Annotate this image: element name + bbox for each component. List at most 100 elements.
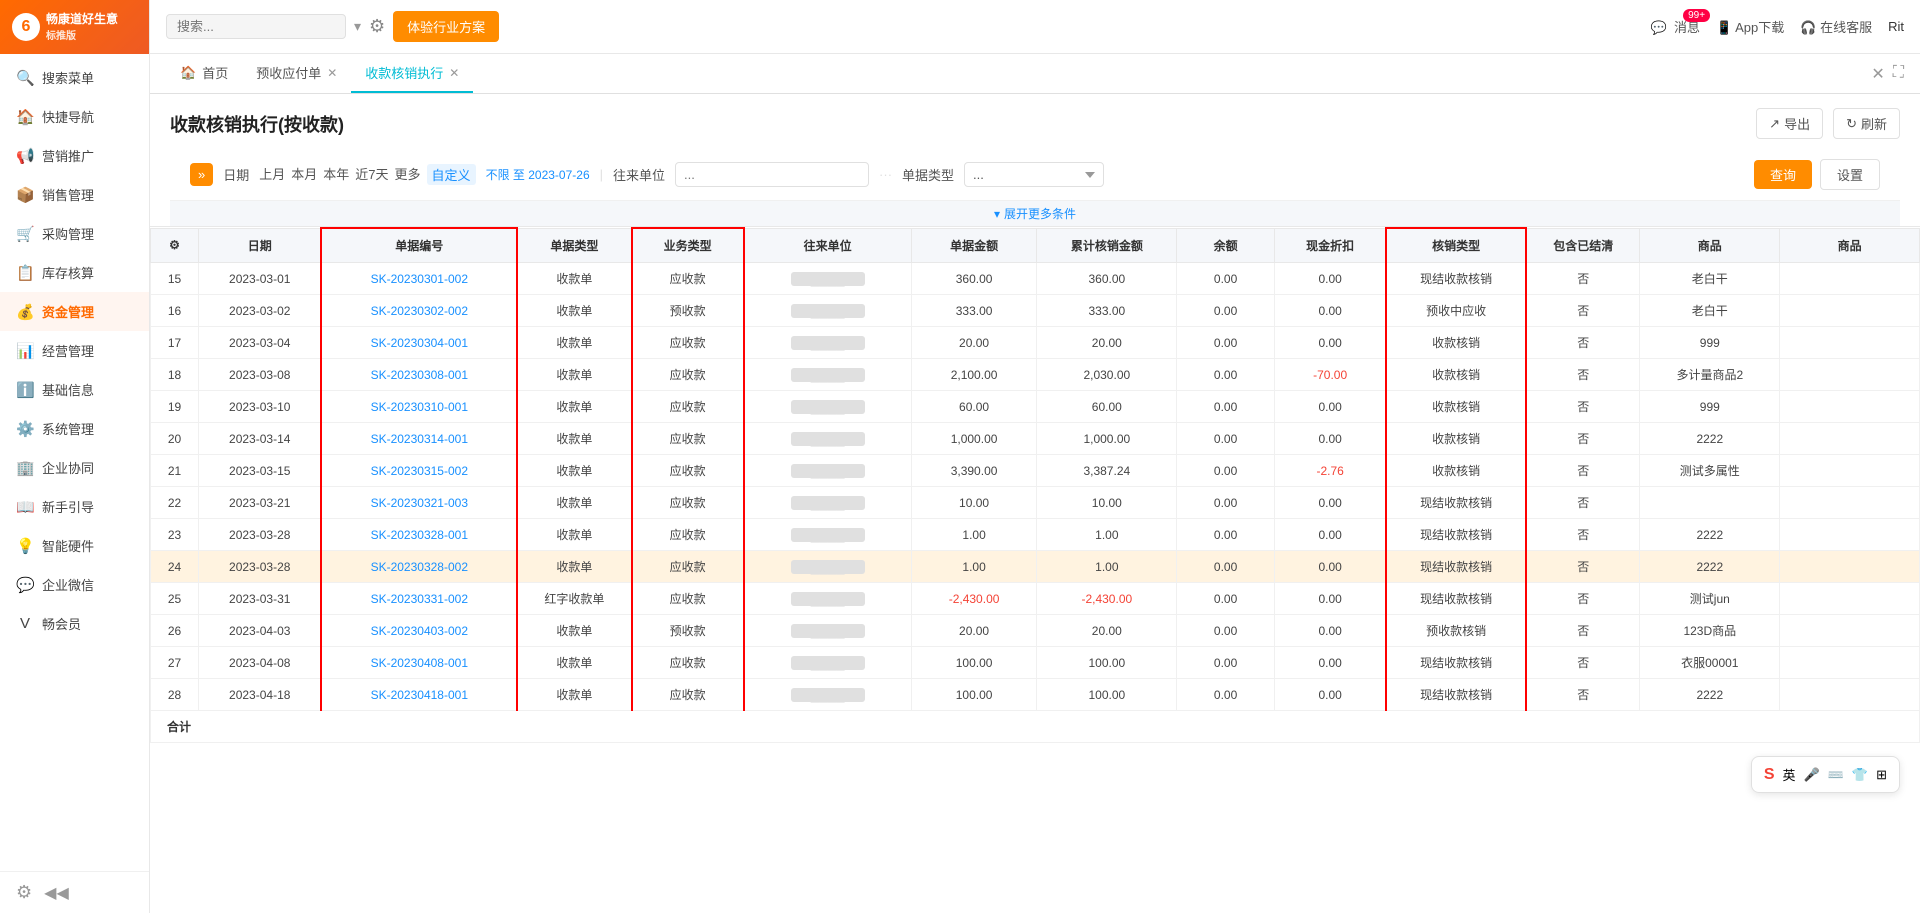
cell-include-cleared: 否: [1526, 679, 1640, 711]
doc-type-label: 单据类型: [902, 165, 954, 184]
chinese-input-label[interactable]: 英: [1783, 765, 1796, 784]
cell-product1: 多计量商品2: [1640, 359, 1780, 391]
filter-toggle-button[interactable]: »: [190, 163, 213, 186]
cell-partner: ████: [744, 647, 912, 679]
date-last-month[interactable]: 上月: [259, 164, 285, 185]
doc-no-link[interactable]: SK-20230315-002: [371, 464, 468, 478]
cell-product1: 2222: [1640, 679, 1780, 711]
filter-separator: |: [600, 167, 603, 182]
cell-partner: ████: [744, 295, 912, 327]
cell-balance: 0.00: [1177, 519, 1275, 551]
cell-product1: 测试jun: [1640, 583, 1780, 615]
date-more[interactable]: 更多: [395, 164, 421, 185]
tab-window-controls: ✕ ⛶: [1871, 64, 1904, 84]
cell-cumulative: 100.00: [1037, 647, 1177, 679]
tab-prepay-order[interactable]: 预收应付单 ✕: [242, 54, 351, 93]
tab-collection-exec[interactable]: 收款核销执行 ✕: [351, 54, 473, 93]
date-last-7days[interactable]: 近7天: [355, 164, 388, 185]
keyboard-icon[interactable]: ⌨️: [1828, 767, 1844, 783]
search-input[interactable]: [166, 14, 346, 39]
cell-no: 28: [151, 679, 199, 711]
sidebar-item-finance[interactable]: 💰 资金管理: [0, 292, 149, 331]
cell-cash-discount: 0.00: [1275, 263, 1387, 295]
doc-no-link[interactable]: SK-20230310-001: [371, 400, 468, 414]
cell-product2: [1780, 423, 1920, 455]
cell-no: 17: [151, 327, 199, 359]
cell-date: 2023-03-08: [199, 359, 322, 391]
date-custom[interactable]: 自定义: [427, 164, 476, 185]
doc-no-link[interactable]: SK-20230328-002: [371, 560, 468, 574]
close-window-icon[interactable]: ✕: [1871, 64, 1884, 84]
cell-balance: 0.00: [1177, 647, 1275, 679]
sidebar-item-inventory[interactable]: 📋 库存核算: [0, 253, 149, 292]
nav-label-inventory: 库存核算: [42, 263, 94, 282]
sidebar-item-system[interactable]: ⚙️ 系统管理: [0, 409, 149, 448]
doc-no-link[interactable]: SK-20230418-001: [371, 688, 468, 702]
settings-gear-icon[interactable]: ⚙: [369, 16, 385, 37]
query-button[interactable]: 查询: [1754, 160, 1812, 189]
doc-no-link[interactable]: SK-20230403-002: [371, 624, 468, 638]
tab-prepay-close-icon[interactable]: ✕: [327, 66, 337, 80]
cell-no: 25: [151, 583, 199, 615]
cell-cancel-type: 现结收款核销: [1386, 647, 1526, 679]
sidebar-item-wechat[interactable]: 💬 企业微信: [0, 565, 149, 604]
sidebar-item-enterprise[interactable]: 🏢 企业协同: [0, 448, 149, 487]
online-service-link[interactable]: 🎧 在线客服: [1800, 17, 1872, 36]
sidebar-item-marketing[interactable]: 📢 营销推广: [0, 136, 149, 175]
doc-no-link[interactable]: SK-20230301-002: [371, 272, 468, 286]
doc-type-select[interactable]: ...: [964, 162, 1104, 187]
cell-product2: [1780, 647, 1920, 679]
settings-icon[interactable]: ⚙: [16, 882, 32, 903]
doc-no-link[interactable]: SK-20230408-001: [371, 656, 468, 670]
tab-home[interactable]: 🏠 首页: [166, 54, 242, 93]
messages-badge[interactable]: 💬 99+ 消息: [1651, 17, 1700, 36]
cell-product2: [1780, 519, 1920, 551]
sidebar-item-smart-hw[interactable]: 💡 智能硬件: [0, 526, 149, 565]
tab-collection-close-icon[interactable]: ✕: [449, 66, 459, 80]
cell-doc-type: 收款单: [517, 391, 632, 423]
industry-solution-button[interactable]: 体验行业方案: [393, 11, 499, 42]
sidebar-item-operations[interactable]: 📊 经营管理: [0, 331, 149, 370]
sidebar-item-sales-mgmt[interactable]: 📦 销售管理: [0, 175, 149, 214]
cell-cash-discount: 0.00: [1275, 327, 1387, 359]
mic-icon[interactable]: 🎤: [1804, 767, 1820, 783]
cell-product2: [1780, 455, 1920, 487]
doc-no-link[interactable]: SK-20230328-001: [371, 528, 468, 542]
col-gear[interactable]: ⚙: [151, 228, 199, 263]
date-this-month[interactable]: 本月: [291, 164, 317, 185]
grid-icon[interactable]: ⊞: [1876, 767, 1887, 783]
sidebar-item-search-menu[interactable]: 🔍 搜索菜单: [0, 58, 149, 97]
cell-biz-type: 应收款: [632, 679, 744, 711]
cell-product2: [1780, 679, 1920, 711]
app-download-link[interactable]: 📱 App下载: [1716, 17, 1784, 36]
doc-no-link[interactable]: SK-20230302-002: [371, 304, 468, 318]
sidebar-item-purchase-mgmt[interactable]: 🛒 采购管理: [0, 214, 149, 253]
doc-no-link[interactable]: SK-20230304-001: [371, 336, 468, 350]
nav-label-system: 系统管理: [42, 419, 94, 438]
refresh-button[interactable]: ↻ 刷新: [1833, 108, 1900, 139]
cell-product2: [1780, 359, 1920, 391]
gear-icon: ⚙: [169, 238, 180, 252]
date-quick-links: 上月 本月 本年 近7天 更多 自定义: [259, 164, 475, 185]
sidebar-item-member[interactable]: V 畅会员: [0, 604, 149, 643]
sidebar-item-quick-nav[interactable]: 🏠 快捷导航: [0, 97, 149, 136]
sidebar-item-guide[interactable]: 📖 新手引导: [0, 487, 149, 526]
export-button[interactable]: ↗ 导出: [1756, 108, 1823, 139]
expand-icon: ▾: [994, 207, 1000, 221]
doc-no-link[interactable]: SK-20230321-003: [371, 496, 468, 510]
cell-biz-type: 应收款: [632, 359, 744, 391]
cell-doc-no: SK-20230328-002: [321, 551, 517, 583]
sidebar-item-basic-info[interactable]: ℹ️ 基础信息: [0, 370, 149, 409]
expand-more-bar[interactable]: ▾ 展开更多条件: [170, 201, 1900, 226]
date-this-year[interactable]: 本年: [323, 164, 349, 185]
collapse-icon[interactable]: ◀◀: [44, 883, 69, 903]
doc-no-link[interactable]: SK-20230331-002: [371, 592, 468, 606]
cell-cumulative: 10.00: [1037, 487, 1177, 519]
doc-no-link[interactable]: SK-20230314-001: [371, 432, 468, 446]
doc-no-link[interactable]: SK-20230308-001: [371, 368, 468, 382]
shirt-icon[interactable]: 👕: [1852, 767, 1868, 783]
dropdown-arrow[interactable]: ▾: [354, 18, 361, 35]
setting-button[interactable]: 设置: [1820, 159, 1880, 190]
maximize-icon[interactable]: ⛶: [1893, 64, 1904, 84]
partner-input[interactable]: [675, 162, 869, 187]
